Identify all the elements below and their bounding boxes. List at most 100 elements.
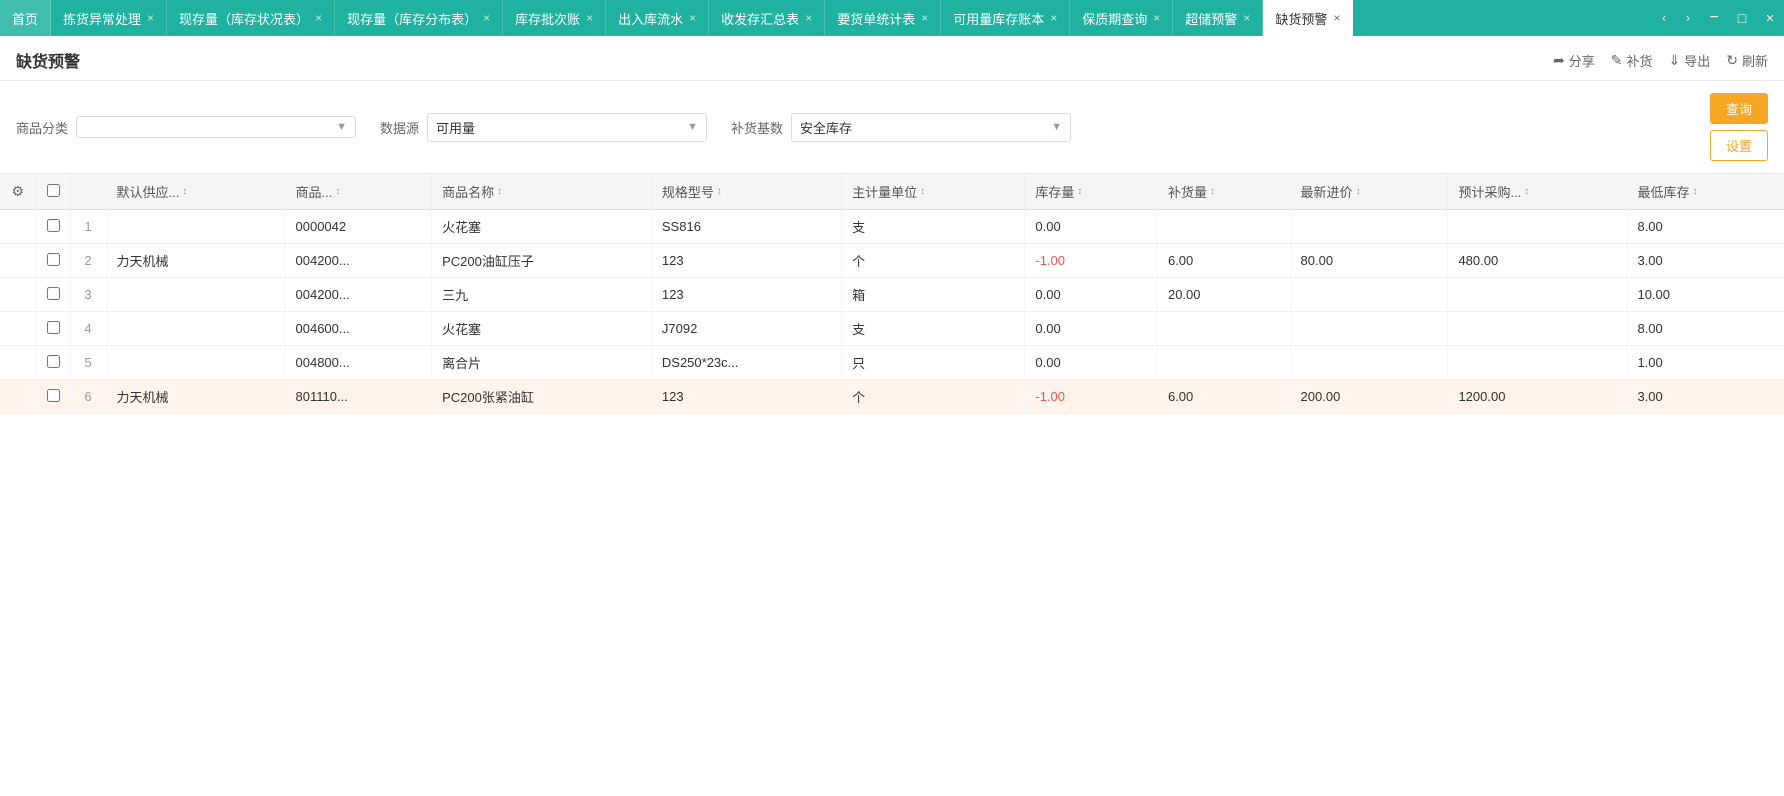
tab-close-requisition-stat[interactable]: × [921,11,928,25]
tab-close-inventory-dist[interactable]: × [483,11,490,25]
th-spec-label: 规格型号 [662,182,714,201]
tab-close-abnormal[interactable]: × [147,11,154,25]
replenish-base-select[interactable]: 安全库存 ▼ [791,113,1071,142]
row-min-stock: 3.00 [1627,244,1784,278]
th-latest-price: 最新进价 ↕ [1290,174,1448,210]
row-spec: SS816 [651,210,841,244]
th-default-supplier-sort-icon[interactable]: ↕ [182,186,187,197]
tab-item-expiry-query[interactable]: 保质期查询× [1070,0,1173,36]
tab-prev-btn[interactable]: ‹ [1652,0,1676,36]
tab-close-shortage-warning[interactable]: × [1333,11,1340,25]
th-product-code-sort-icon[interactable]: ↕ [335,186,340,197]
th-unit: 主计量单位 ↕ [842,174,1025,210]
datasource-value: 可用量 [436,118,475,137]
tab-close-collect-summary[interactable]: × [805,11,812,25]
tab-item-batch-account[interactable]: 库存批次账× [503,0,606,36]
th-unit-sort-icon[interactable]: ↕ [920,186,925,197]
th-min-stock-sort-icon[interactable]: ↕ [1692,186,1697,197]
share-icon: ➦ [1553,52,1565,69]
th-min-stock: 最低库存 ↕ [1627,174,1784,210]
tab-close-expiry-query[interactable]: × [1153,11,1160,25]
tab-item-shortage-warning[interactable]: 缺货预警× [1263,0,1353,36]
data-table: ⚙ 默认供应... ↕ 商品... [0,174,1784,414]
th-spec: 规格型号 ↕ [651,174,841,210]
tab-close-inventory-status[interactable]: × [315,11,322,25]
select-all-checkbox[interactable] [47,184,60,197]
minimize-btn[interactable]: − [1700,0,1728,36]
row-product-code: 004600... [285,312,432,346]
tab-item-inout-flow[interactable]: 出入库流水× [606,0,709,36]
th-spec-sort-icon[interactable]: ↕ [717,186,722,197]
tab-item-home[interactable]: 首页 [0,0,51,36]
th-stock-qty-sort-icon[interactable]: ↕ [1077,186,1082,197]
row-checkbox-1[interactable] [47,253,60,266]
replenish-base-value: 安全库存 [800,118,852,137]
gear-icon[interactable]: ⚙ [11,183,24,199]
tab-item-inventory-dist[interactable]: 现存量（库存分布表）× [335,0,503,36]
row-spec: DS250*23c... [651,346,841,380]
row-product-code: 0000042 [285,210,432,244]
row-min-stock: 8.00 [1627,312,1784,346]
row-seq: 4 [70,312,106,346]
export-action[interactable]: ⇓ 导出 [1669,51,1711,70]
tab-item-requisition-stat[interactable]: 要货单统计表× [825,0,941,36]
th-replenish-qty-sort-icon[interactable]: ↕ [1210,186,1215,197]
category-select[interactable]: ▼ [76,116,356,138]
row-min-stock: 1.00 [1627,346,1784,380]
tab-next-btn[interactable]: › [1676,0,1700,36]
tab-close-batch-account[interactable]: × [586,11,593,25]
row-min-stock: 10.00 [1627,278,1784,312]
th-latest-price-label: 最新进价 [1301,182,1353,201]
refresh-action[interactable]: ↻ 刷新 [1726,51,1768,70]
settings-button[interactable]: 设置 [1710,130,1768,161]
row-estimated-purchase: 480.00 [1448,244,1627,278]
row-default-supplier: 力天机械 [106,244,285,278]
row-latest-price: 200.00 [1290,380,1448,414]
tab-bar: 首页拣货异常处理×现存量（库存状况表）×现存量（库存分布表）×库存批次账×出入库… [0,0,1784,36]
table-row[interactable]: 3 004200... 三九 123 箱 0.00 20.00 10.00 [0,278,1784,312]
tab-close-available-ledger[interactable]: × [1050,11,1057,25]
tab-item-abnormal[interactable]: 拣货异常处理× [51,0,167,36]
header-actions: ➦ 分享 ✎ 补货 ⇓ 导出 ↻ 刷新 [1553,51,1768,70]
table-row[interactable]: 4 004600... 火花塞 J7092 支 0.00 8.00 [0,312,1784,346]
datasource-select[interactable]: 可用量 ▼ [427,113,707,142]
th-latest-price-sort-icon[interactable]: ↕ [1356,186,1361,197]
tab-item-collect-summary[interactable]: 收发存汇总表× [709,0,825,36]
th-replenish-qty: 补货量 ↕ [1157,174,1290,210]
tab-close-inout-flow[interactable]: × [689,11,696,25]
close-window-btn[interactable]: × [1756,0,1784,36]
row-product-name: PC200张紧油缸 [432,380,652,414]
table-body: 1 0000042 火花塞 SS816 支 0.00 8.00 2 力天机械 0… [0,210,1784,414]
row-checkbox-cell [36,244,70,278]
table-row[interactable]: 5 004800... 离合片 DS250*23c... 只 0.00 1.00 [0,346,1784,380]
row-checkbox-3[interactable] [47,321,60,334]
row-latest-price [1290,312,1448,346]
maximize-btn[interactable]: □ [1728,0,1756,36]
th-estimated-purchase-label: 预计采购... [1458,182,1521,201]
tab-close-overstock-warning[interactable]: × [1243,11,1250,25]
tab-item-available-ledger[interactable]: 可用量库存账本× [941,0,1070,36]
query-button[interactable]: 查询 [1710,93,1768,124]
tab-item-overstock-warning[interactable]: 超储预警× [1173,0,1263,36]
table-row[interactable]: 1 0000042 火花塞 SS816 支 0.00 8.00 [0,210,1784,244]
row-checkbox-cell [36,312,70,346]
share-action[interactable]: ➦ 分享 [1553,51,1595,70]
row-default-supplier [106,278,285,312]
row-latest-price: 80.00 [1290,244,1448,278]
replenish-action[interactable]: ✎ 补货 [1611,51,1653,70]
row-checkbox-4[interactable] [47,355,60,368]
th-estimated-purchase-sort-icon[interactable]: ↕ [1524,186,1529,197]
row-checkbox-0[interactable] [47,219,60,232]
th-estimated-purchase: 预计采购... ↕ [1448,174,1627,210]
th-product-name-sort-icon[interactable]: ↕ [497,186,502,197]
table-row[interactable]: 6 力天机械 801110... PC200张紧油缸 123 个 -1.00 6… [0,380,1784,414]
table-row[interactable]: 2 力天机械 004200... PC200油缸压子 123 个 -1.00 6… [0,244,1784,278]
row-estimated-purchase [1448,312,1627,346]
th-gear: ⚙ [0,174,36,210]
row-checkbox-5[interactable] [47,389,60,402]
row-spec: 123 [651,244,841,278]
tab-item-inventory-status[interactable]: 现存量（库存状况表）× [167,0,335,36]
datasource-dropdown-icon: ▼ [687,121,698,133]
row-checkbox-2[interactable] [47,287,60,300]
category-dropdown-icon: ▼ [336,121,347,133]
